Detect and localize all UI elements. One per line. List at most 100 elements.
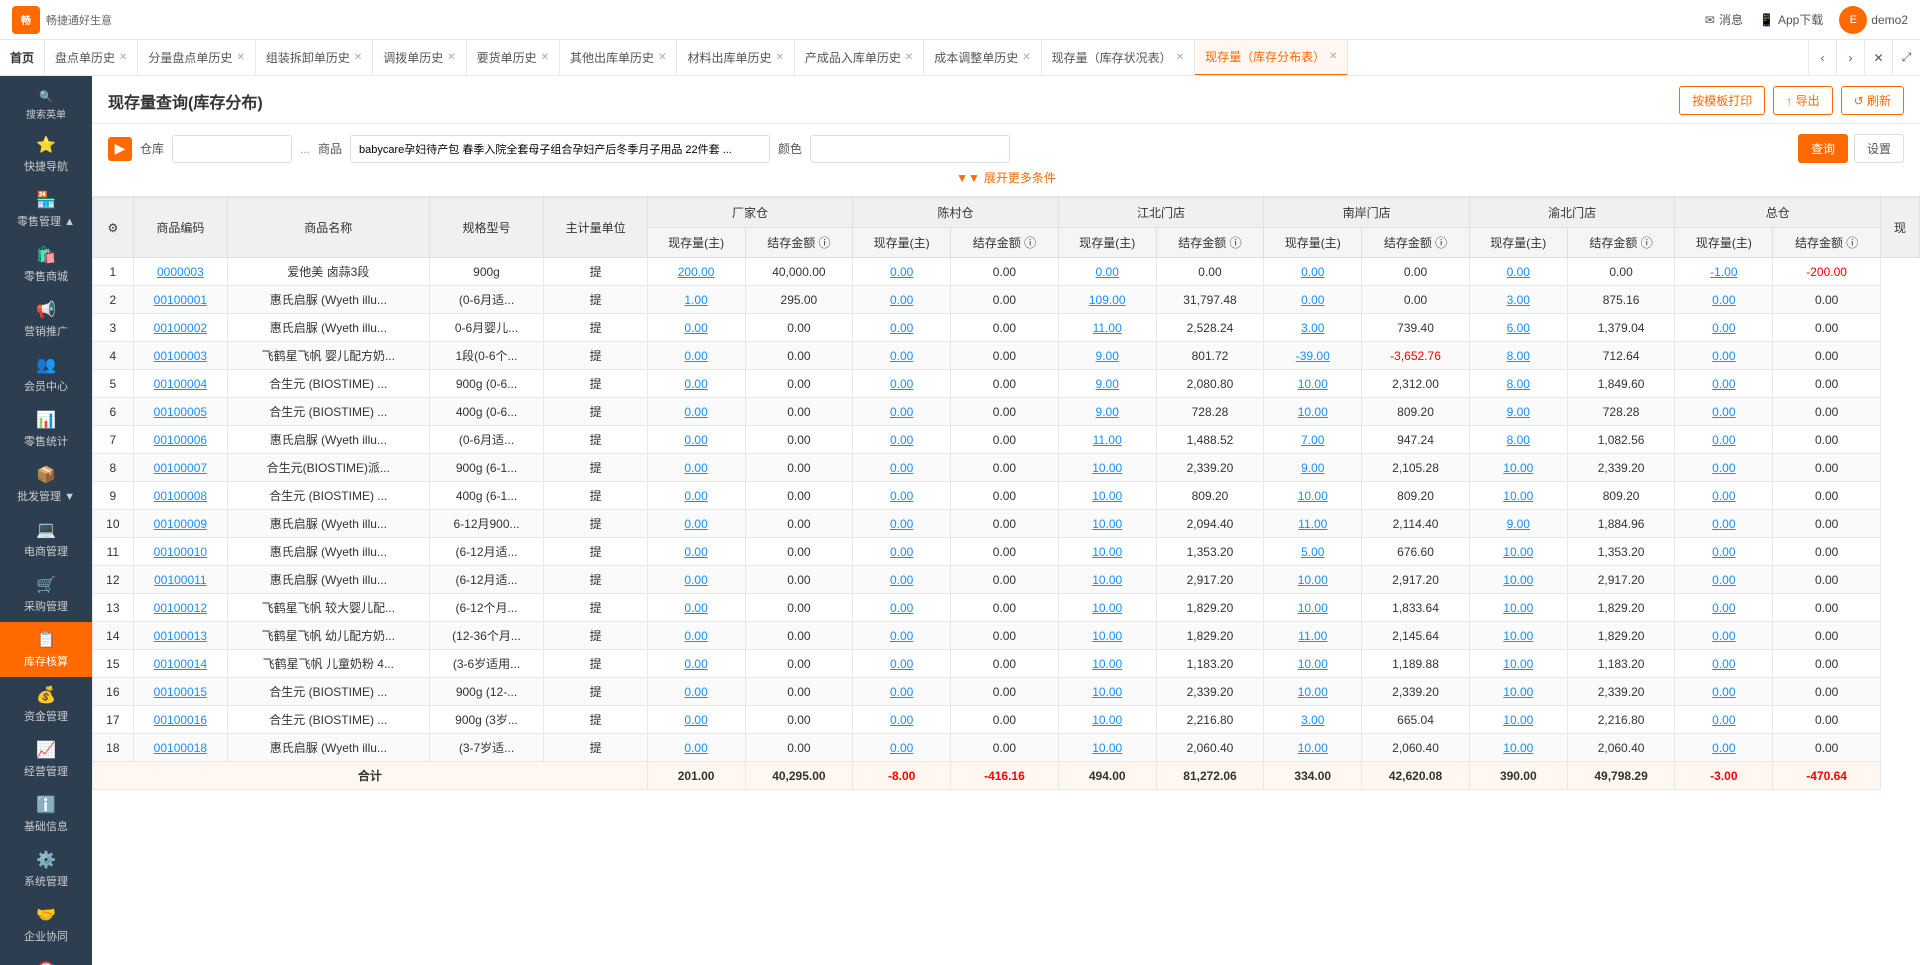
table-cell[interactable]: 11.00 [1058,314,1156,342]
sidebar-item-finance[interactable]: 💰 资金管理 [0,677,92,732]
table-cell[interactable]: 10.00 [1058,594,1156,622]
expand-conditions-btn[interactable]: ▼▼ 展开更多条件 [956,169,1056,186]
table-cell[interactable]: 0.00 [853,622,951,650]
table-cell[interactable]: 3.00 [1264,706,1362,734]
table-cell[interactable]: 0.00 [647,342,745,370]
table-cell[interactable]: 0.00 [853,706,951,734]
table-cell[interactable]: 9.00 [1264,454,1362,482]
tab-cost-adjust[interactable]: 成本调整单历史 ✕ [924,40,1041,76]
table-cell[interactable]: -1.00 [1675,258,1773,286]
tab-inventory-single[interactable]: 盘点单历史 ✕ [45,40,138,76]
table-cell[interactable]: 0.00 [1469,258,1567,286]
table-cell[interactable]: 10.00 [1058,678,1156,706]
sidebar-item-member[interactable]: 👥 会员中心 [0,347,92,402]
table-cell[interactable]: 8.00 [1469,370,1567,398]
table-cell[interactable]: 0.00 [1675,398,1773,426]
table-cell[interactable]: 0.00 [647,622,745,650]
table-cell[interactable]: 0.00 [647,594,745,622]
table-cell[interactable]: 10.00 [1264,566,1362,594]
table-cell[interactable]: 0.00 [853,650,951,678]
tab-product-in[interactable]: 产成品入库单历史 ✕ [795,40,924,76]
sidebar-item-inventory[interactable]: 📋 库存核算 [0,622,92,677]
table-cell[interactable]: 0.00 [853,398,951,426]
table-cell[interactable]: 10.00 [1058,454,1156,482]
table-cell[interactable]: 0.00 [647,454,745,482]
table-cell[interactable]: 0.00 [1264,286,1362,314]
tab-prev-btn[interactable]: ‹ [1808,40,1836,76]
table-cell[interactable]: 00100007 [133,454,227,482]
tab-stock-status[interactable]: 现存量（库存状况表） ✕ [1042,40,1195,76]
table-cell[interactable]: 0.00 [647,370,745,398]
color-input[interactable] [810,135,1010,163]
print-btn[interactable]: 按模板打印 [1679,86,1765,115]
table-cell[interactable]: 0.00 [1675,286,1773,314]
tab-material-out[interactable]: 材料出库单历史 ✕ [677,40,794,76]
tab-close-partial[interactable]: ✕ [236,52,244,63]
tab-purchase-order[interactable]: 要货单历史 ✕ [467,40,560,76]
table-cell[interactable]: 10.00 [1469,594,1567,622]
table-cell[interactable]: 0.00 [1675,734,1773,762]
table-cell[interactable]: 0.00 [853,258,951,286]
table-cell[interactable]: 0.00 [1675,538,1773,566]
table-cell[interactable]: 10.00 [1058,734,1156,762]
table-cell[interactable]: 0.00 [1675,370,1773,398]
table-cell[interactable]: 00100016 [133,706,227,734]
table-cell[interactable]: 00100015 [133,678,227,706]
table-cell[interactable]: 0.00 [853,510,951,538]
table-cell[interactable]: 10.00 [1264,398,1362,426]
table-cell[interactable]: 0.00 [853,594,951,622]
table-cell[interactable]: 0.00 [647,706,745,734]
table-cell[interactable]: 10.00 [1469,734,1567,762]
table-cell[interactable]: 0.00 [853,734,951,762]
table-cell[interactable]: 9.00 [1058,342,1156,370]
table-cell[interactable]: 0.00 [1675,566,1773,594]
sidebar-item-purchase[interactable]: 🛒 采购管理 [0,567,92,622]
tab-close-assembly[interactable]: ✕ [354,52,362,63]
table-cell[interactable]: 00100001 [133,286,227,314]
sidebar-item-retail-stats[interactable]: 📊 零售统计 [0,402,92,457]
th-settings[interactable]: ⚙ [93,198,134,258]
tab-other-out[interactable]: 其他出库单历史 ✕ [560,40,677,76]
table-cell[interactable]: 00100014 [133,650,227,678]
tab-close-purchase-order[interactable]: ✕ [541,52,549,63]
table-cell[interactable]: 8.00 [1469,342,1567,370]
table-cell[interactable]: 10.00 [1469,538,1567,566]
table-cell[interactable]: 0.00 [853,454,951,482]
table-cell[interactable]: 0.00 [1058,258,1156,286]
table-cell[interactable]: 00100002 [133,314,227,342]
tab-close-product-in[interactable]: ✕ [905,52,913,63]
sidebar-item-enterprise[interactable]: 🤝 企业协同 [0,897,92,952]
table-cell[interactable]: 00100006 [133,426,227,454]
table-cell[interactable]: 10.00 [1469,454,1567,482]
table-cell[interactable]: 109.00 [1058,286,1156,314]
table-cell[interactable]: 0.00 [647,538,745,566]
table-cell[interactable]: 0.00 [647,510,745,538]
table-cell[interactable]: 0.00 [1675,314,1773,342]
table-cell[interactable]: 200.00 [647,258,745,286]
table-cell[interactable]: 00100010 [133,538,227,566]
table-cell[interactable]: 9.00 [1469,510,1567,538]
table-cell[interactable]: 0.00 [1675,622,1773,650]
table-cell[interactable]: 7.00 [1264,426,1362,454]
table-cell[interactable]: 00100011 [133,566,227,594]
table-cell[interactable]: 00100009 [133,510,227,538]
tab-close-all-btn[interactable]: ✕ [1864,40,1892,76]
refresh-btn[interactable]: ↺ 刷新 [1841,86,1904,115]
table-cell[interactable]: 0.00 [853,342,951,370]
table-cell[interactable]: 0.00 [853,538,951,566]
table-cell[interactable]: 0.00 [647,650,745,678]
table-cell[interactable]: 0.00 [647,678,745,706]
table-cell[interactable]: 10.00 [1469,566,1567,594]
table-cell[interactable]: 00100004 [133,370,227,398]
table-cell[interactable]: 0.00 [647,398,745,426]
table-cell[interactable]: 0.00 [853,370,951,398]
settings-btn[interactable]: 设置 [1854,134,1904,163]
goods-input[interactable] [350,135,770,163]
table-cell[interactable]: 1.00 [647,286,745,314]
tab-fullscreen-btn[interactable]: ⤢ [1892,40,1920,76]
sidebar-item-quick-nav[interactable]: ⭐ 快捷导航 [0,127,92,182]
table-cell[interactable]: 0.00 [853,314,951,342]
table-cell[interactable]: 0.00 [1675,510,1773,538]
table-cell[interactable]: 11.00 [1058,426,1156,454]
query-btn[interactable]: 查询 [1798,134,1848,163]
